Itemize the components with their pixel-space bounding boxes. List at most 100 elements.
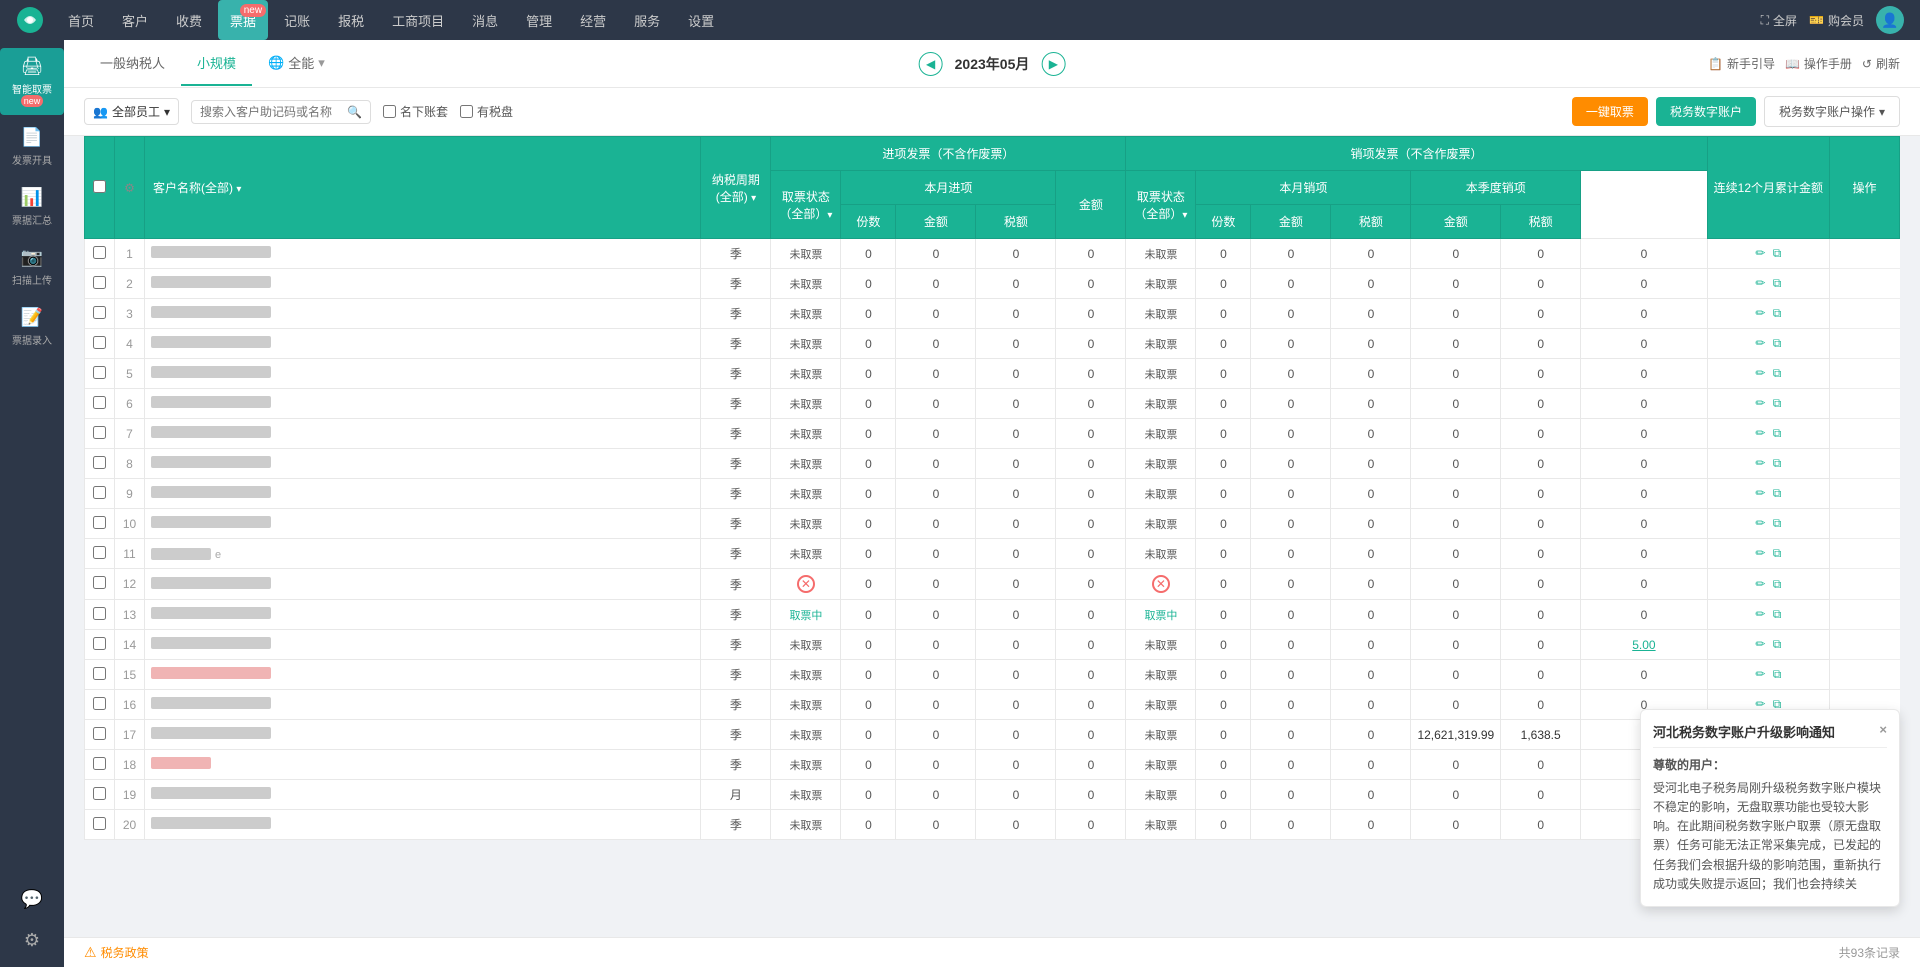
tab-small-scale[interactable]: 小规模 — [181, 42, 252, 86]
nav-client[interactable]: 客户 — [110, 0, 160, 40]
nav-home[interactable]: 首页 — [56, 0, 106, 40]
digital-account-ops-btn[interactable]: 税务数字账户操作 ▾ — [1764, 96, 1900, 127]
member-btn[interactable]: 🎫 购会员 — [1809, 12, 1864, 29]
nav-settings[interactable]: 设置 — [676, 0, 726, 40]
row-checkbox[interactable] — [85, 419, 115, 449]
row-checkbox[interactable] — [85, 329, 115, 359]
sidebar-item-scan-upload[interactable]: 📷 扫描上传 — [0, 239, 64, 295]
sidebar-item-invoice-summary[interactable]: 📊 票据汇总 — [0, 179, 64, 235]
customer-search-input[interactable] — [200, 105, 343, 119]
nav-invoice[interactable]: 票据 new — [218, 0, 268, 40]
nav-service[interactable]: 服务 — [622, 0, 672, 40]
customer-search-box[interactable]: 🔍 — [191, 100, 371, 124]
copy-icon[interactable]: ⧉ — [1773, 426, 1782, 440]
row-checkbox[interactable] — [85, 269, 115, 299]
row-checkbox[interactable] — [85, 780, 115, 810]
copy-icon[interactable]: ⧉ — [1773, 577, 1782, 591]
row-checkbox[interactable] — [85, 239, 115, 269]
edit-icon[interactable]: ✏ — [1755, 246, 1765, 260]
date-next-btn[interactable]: ▶ — [1041, 52, 1065, 76]
edit-icon[interactable]: ✏ — [1755, 486, 1765, 500]
employee-select[interactable]: 👥 全部员工 ▾ — [84, 98, 179, 125]
row-checkbox[interactable] — [85, 449, 115, 479]
digital-account-btn[interactable]: 税务数字账户 — [1656, 97, 1756, 126]
manual-btn[interactable]: 📖 操作手册 — [1785, 55, 1852, 72]
row-checkbox[interactable] — [85, 479, 115, 509]
tax-policy-link[interactable]: ⚠ 税务政策 — [84, 944, 149, 961]
sidebar-item-smart-invoice[interactable]: 🖨 智能取票 new — [0, 48, 64, 115]
yijian-invoice-btn[interactable]: 一键取票 — [1572, 97, 1648, 126]
edit-icon[interactable]: ✏ — [1755, 276, 1765, 290]
row-customer — [145, 449, 701, 479]
tab-omnibus[interactable]: 🌐 全能 ▾ — [252, 42, 341, 86]
copy-icon[interactable]: ⧉ — [1773, 607, 1782, 621]
my-accounts-filter[interactable]: 名下账套 — [383, 103, 448, 120]
user-avatar[interactable]: 👤 — [1876, 6, 1904, 34]
tab-general-taxpayer[interactable]: 一般纳税人 — [84, 42, 181, 86]
row-checkbox[interactable] — [85, 600, 115, 630]
table-row: 12季✕0000✕000000 ✏ ⧉ — [85, 569, 1900, 600]
refresh-btn[interactable]: ↺ 刷新 — [1862, 55, 1900, 72]
copy-icon[interactable]: ⧉ — [1773, 246, 1782, 260]
edit-icon[interactable]: ✏ — [1755, 516, 1765, 530]
copy-icon[interactable]: ⧉ — [1773, 667, 1782, 681]
row-sales-tax: 0 — [1331, 539, 1411, 569]
edit-icon[interactable]: ✏ — [1755, 426, 1765, 440]
sidebar-item-invoice-entry[interactable]: 📝 票据录入 — [0, 299, 64, 355]
sidebar-item-chat[interactable]: 💬 — [0, 881, 64, 918]
edit-icon[interactable]: ✏ — [1755, 366, 1765, 380]
copy-icon[interactable]: ⧉ — [1773, 396, 1782, 410]
copy-icon[interactable]: ⧉ — [1773, 336, 1782, 350]
row-sales-amount: 0 — [1251, 449, 1331, 479]
edit-icon[interactable]: ✏ — [1755, 396, 1765, 410]
edit-icon[interactable]: ✏ — [1755, 306, 1765, 320]
row-checkbox[interactable] — [85, 750, 115, 780]
copy-icon[interactable]: ⧉ — [1773, 366, 1782, 380]
copy-icon[interactable]: ⧉ — [1773, 516, 1782, 530]
edit-icon[interactable]: ✏ — [1755, 336, 1765, 350]
edit-icon[interactable]: ✏ — [1755, 456, 1765, 470]
row-checkbox[interactable] — [85, 359, 115, 389]
new-guide-btn[interactable]: 📋 新手引导 — [1708, 55, 1775, 72]
row-checkbox[interactable] — [85, 299, 115, 329]
edit-icon[interactable]: ✏ — [1755, 607, 1765, 621]
row-checkbox[interactable] — [85, 509, 115, 539]
row-checkbox[interactable] — [85, 810, 115, 840]
sidebar-item-invoice-open[interactable]: 📄 发票开具 — [0, 119, 64, 175]
nav-accounting[interactable]: 记账 — [272, 0, 322, 40]
edit-icon[interactable]: ✏ — [1755, 546, 1765, 560]
edit-icon[interactable]: ✏ — [1755, 577, 1765, 591]
tax-disk-checkbox[interactable] — [460, 105, 473, 118]
copy-icon[interactable]: ⧉ — [1773, 486, 1782, 500]
row-season-tax: 0 — [1501, 479, 1581, 509]
edit-icon[interactable]: ✏ — [1755, 637, 1765, 651]
copy-icon[interactable]: ⧉ — [1773, 456, 1782, 470]
edit-icon[interactable]: ✏ — [1755, 667, 1765, 681]
row-checkbox[interactable] — [85, 539, 115, 569]
row-checkbox[interactable] — [85, 690, 115, 720]
copy-icon[interactable]: ⧉ — [1773, 276, 1782, 290]
nav-business[interactable]: 工商项目 — [380, 0, 456, 40]
sidebar-item-config[interactable]: ⚙ — [0, 922, 64, 959]
nav-tax[interactable]: 报税 — [326, 0, 376, 40]
nav-billing[interactable]: 收费 — [164, 0, 214, 40]
row-checkbox[interactable] — [85, 569, 115, 600]
select-all-checkbox[interactable] — [93, 180, 106, 193]
copy-icon[interactable]: ⧉ — [1773, 306, 1782, 320]
nav-message[interactable]: 消息 — [460, 0, 510, 40]
fullscreen-btn[interactable]: ⛶ 全屏 — [1761, 12, 1797, 29]
row-checkbox[interactable] — [85, 630, 115, 660]
row-sales-tax: 0 — [1331, 630, 1411, 660]
date-prev-btn[interactable]: ◀ — [919, 52, 943, 76]
copy-icon[interactable]: ⧉ — [1773, 637, 1782, 651]
nav-operations[interactable]: 经营 — [568, 0, 618, 40]
nav-manage[interactable]: 管理 — [514, 0, 564, 40]
my-accounts-checkbox[interactable] — [383, 105, 396, 118]
notification-close-btn[interactable]: × — [1879, 722, 1887, 741]
tax-disk-filter[interactable]: 有税盘 — [460, 103, 513, 120]
row-checkbox[interactable] — [85, 720, 115, 750]
row-checkbox[interactable] — [85, 660, 115, 690]
row-checkbox[interactable] — [85, 389, 115, 419]
copy-icon[interactable]: ⧉ — [1773, 546, 1782, 560]
table-settings-icon[interactable]: ⚙ — [124, 181, 135, 195]
